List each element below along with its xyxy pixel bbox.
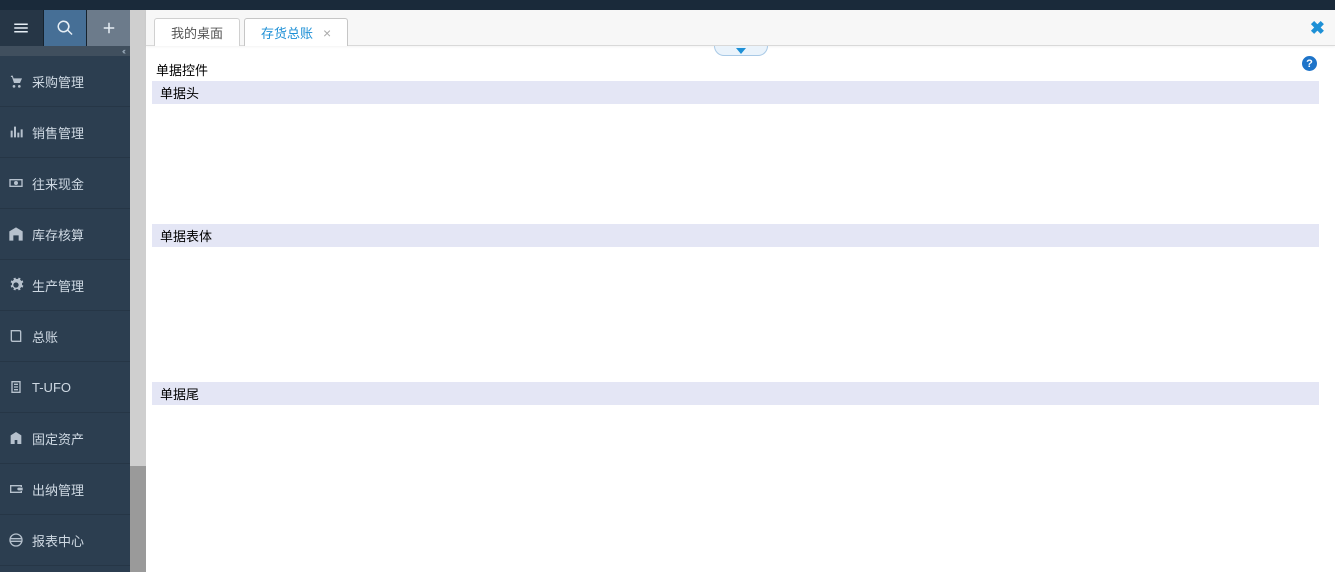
form-body-section: 单据表体 (152, 224, 1319, 247)
sidebar-item-assets[interactable]: 固定资产 (0, 413, 130, 464)
globe-icon (8, 532, 24, 548)
sidebar-item-tufo[interactable]: T-UFO (0, 362, 130, 413)
form-widget-title: 单据控件 (152, 56, 1319, 81)
sidebar: ‹‹ 采购管理 销售管理 往来现金 库存核算 生产管理 (0, 10, 130, 572)
sidebar-item-label: 采购管理 (32, 72, 84, 91)
sidebar-item-label: 生产管理 (32, 276, 84, 295)
tab-label: 我的桌面 (171, 23, 223, 42)
chart-icon (8, 124, 24, 140)
sidebar-menu: 采购管理 销售管理 往来现金 库存核算 生产管理 总账 (0, 56, 130, 572)
sidebar-item-cashier[interactable]: 出纳管理 (0, 464, 130, 515)
window-top-bar (0, 0, 1335, 10)
tab-strip: 我的桌面 存货总账 × ✖ (146, 10, 1335, 46)
help-button[interactable]: ? (1302, 56, 1317, 71)
menu-button[interactable] (0, 10, 44, 46)
sidebar-item-label: 报表中心 (32, 531, 84, 550)
plus-icon (100, 19, 118, 37)
gear-icon (8, 277, 24, 293)
sidebar-item-label: T-UFO (32, 380, 71, 395)
form-footer-section: 单据尾 (152, 382, 1319, 405)
main-content: 我的桌面 存货总账 × ✖ ? 单据控件 单据头 单据表体 单据尾 (146, 10, 1335, 572)
close-icon[interactable]: × (323, 26, 331, 40)
expand-toolbar-handle[interactable] (714, 46, 768, 56)
sidebar-collapse-handle[interactable]: ‹‹ (0, 46, 130, 56)
sidebar-scrollbar[interactable] (130, 10, 146, 572)
warehouse-icon (8, 226, 24, 242)
sidebar-item-ledger[interactable]: 总账 (0, 311, 130, 362)
menu-icon (12, 19, 30, 37)
sidebar-item-production[interactable]: 生产管理 (0, 260, 130, 311)
search-icon (56, 19, 74, 37)
add-button[interactable] (87, 10, 130, 46)
sidebar-item-cash[interactable]: 往来现金 (0, 158, 130, 209)
scrollbar-thumb[interactable] (130, 10, 146, 466)
chevron-down-icon (736, 48, 746, 54)
sidebar-item-label: 库存核算 (32, 225, 84, 244)
cash-icon (8, 175, 24, 191)
tab-inventory-ledger[interactable]: 存货总账 × (244, 18, 348, 46)
search-button[interactable] (44, 10, 88, 46)
form-body-area (152, 247, 1319, 382)
help-icon: ? (1306, 58, 1313, 70)
book-icon (8, 328, 24, 344)
page-body: ? 单据控件 单据头 单据表体 单据尾 (146, 46, 1335, 572)
form-header-area (152, 104, 1319, 224)
tab-desktop[interactable]: 我的桌面 (154, 18, 240, 46)
sidebar-item-sales[interactable]: 销售管理 (0, 107, 130, 158)
building-icon (8, 430, 24, 446)
wallet-icon (8, 481, 24, 497)
sidebar-item-label: 总账 (32, 327, 58, 346)
form-header-section: 单据头 (152, 81, 1319, 104)
cart-icon (8, 73, 24, 89)
report-icon (8, 379, 24, 395)
sidebar-item-label: 出纳管理 (32, 480, 84, 499)
sidebar-item-purchase[interactable]: 采购管理 (0, 56, 130, 107)
sidebar-item-label: 销售管理 (32, 123, 84, 142)
sidebar-item-inventory[interactable]: 库存核算 (0, 209, 130, 260)
sidebar-top-actions (0, 10, 130, 46)
close-all-tabs-button[interactable]: ✖ (1310, 18, 1325, 39)
sidebar-item-label: 固定资产 (32, 429, 84, 448)
sidebar-item-reports[interactable]: 报表中心 (0, 515, 130, 566)
sidebar-item-label: 往来现金 (32, 174, 84, 193)
tab-label: 存货总账 (261, 23, 313, 42)
